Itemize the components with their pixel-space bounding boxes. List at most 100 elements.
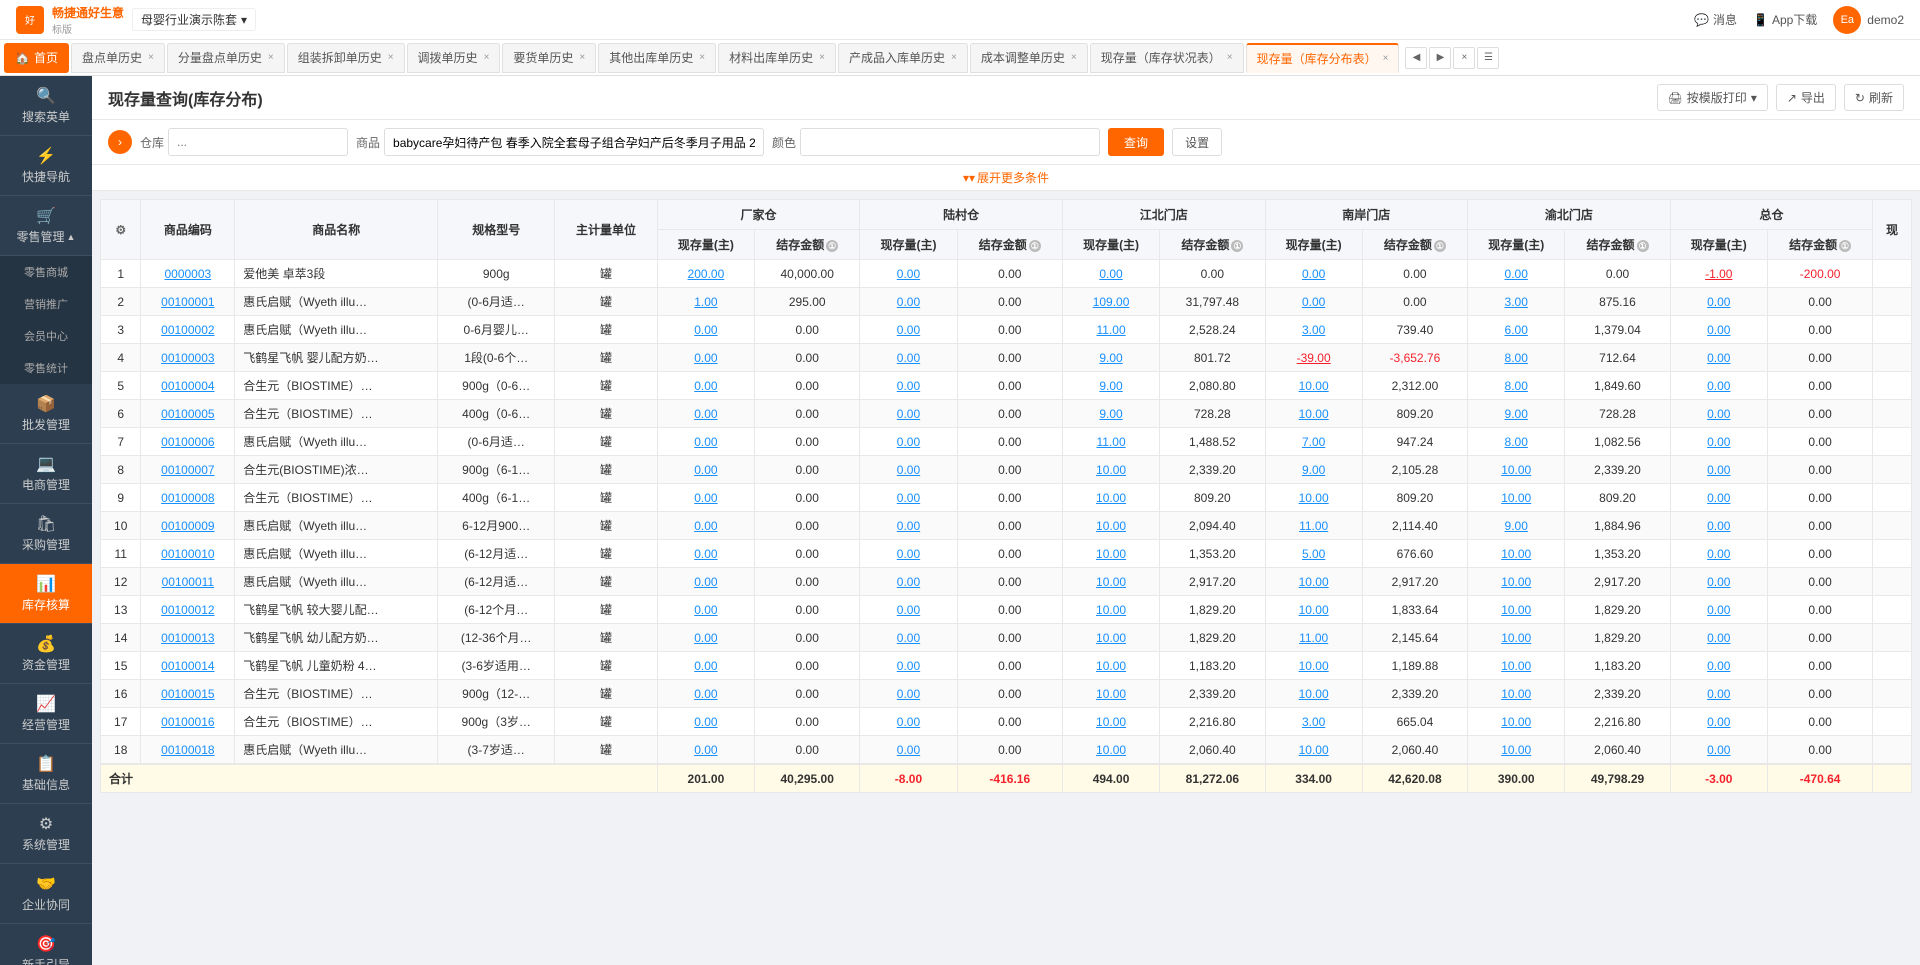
sidebar-item-system[interactable]: ⚙ 系统管理 <box>0 804 92 864</box>
cell-z-qty[interactable]: 0.00 <box>1670 624 1767 652</box>
cell-cj-qty[interactable]: 0.00 <box>657 484 754 512</box>
sidebar-item-basic[interactable]: 📋 基础信息 <box>0 744 92 804</box>
close-icon[interactable]: × <box>148 52 154 63</box>
cell-cj-qty[interactable]: 200.00 <box>657 260 754 288</box>
sidebar-item-nav[interactable]: ⚡ 快捷导航 <box>0 136 92 196</box>
cell-code[interactable]: 00100003 <box>141 344 235 372</box>
cell-yb-qty[interactable]: 8.00 <box>1468 372 1565 400</box>
tab-prev-btn[interactable]: ◀ <box>1405 47 1427 69</box>
tab-diaobao[interactable]: 调拨单历史 × <box>407 43 501 73</box>
cell-code[interactable]: 00100005 <box>141 400 235 428</box>
cell-jb-qty[interactable]: 10.00 <box>1062 512 1159 540</box>
cell-code[interactable]: 00100004 <box>141 372 235 400</box>
cell-z-qty[interactable]: 0.00 <box>1670 372 1767 400</box>
cell-code[interactable]: 00100015 <box>141 680 235 708</box>
cell-cj-qty[interactable]: 0.00 <box>657 708 754 736</box>
close-icon[interactable]: × <box>1071 52 1077 63</box>
tab-fenliang[interactable]: 分量盘点单历史 × <box>167 43 285 73</box>
cell-z-qty[interactable]: 0.00 <box>1670 596 1767 624</box>
tab-chengben[interactable]: 成本调整单历史 × <box>970 43 1088 73</box>
cell-lc-qty[interactable]: 0.00 <box>860 456 957 484</box>
cell-z-qty[interactable]: 0.00 <box>1670 568 1767 596</box>
cell-jb-qty[interactable]: 10.00 <box>1062 708 1159 736</box>
tab-next-btn[interactable]: ▶ <box>1429 47 1451 69</box>
cell-lc-qty[interactable]: 0.00 <box>860 680 957 708</box>
cell-z-qty[interactable]: -1.00 <box>1670 260 1767 288</box>
cell-lc-qty[interactable]: 0.00 <box>860 316 957 344</box>
info-icon[interactable]: ① <box>1029 240 1041 252</box>
cell-code[interactable]: 00100012 <box>141 596 235 624</box>
close-icon[interactable]: × <box>579 52 585 63</box>
tab-cailiao[interactable]: 材料出库单历史 × <box>718 43 836 73</box>
cell-na-qty[interactable]: 10.00 <box>1265 596 1362 624</box>
cell-jb-qty[interactable]: 9.00 <box>1062 372 1159 400</box>
cell-na-qty[interactable]: 11.00 <box>1265 624 1362 652</box>
cell-z-qty[interactable]: 0.00 <box>1670 288 1767 316</box>
cell-lc-qty[interactable]: 0.00 <box>860 624 957 652</box>
tab-menu-btn[interactable]: ☰ <box>1477 47 1499 69</box>
cell-cj-qty[interactable]: 0.00 <box>657 652 754 680</box>
tab-yaohuo[interactable]: 要货单历史 × <box>502 43 596 73</box>
close-icon[interactable]: × <box>388 52 394 63</box>
cell-cj-qty[interactable]: 0.00 <box>657 344 754 372</box>
cell-code[interactable]: 00100014 <box>141 652 235 680</box>
cell-cj-qty[interactable]: 0.00 <box>657 400 754 428</box>
cell-yb-qty[interactable]: 10.00 <box>1468 540 1565 568</box>
cell-cj-qty[interactable]: 0.00 <box>657 428 754 456</box>
cell-cj-qty[interactable]: 1.00 <box>657 288 754 316</box>
cell-na-qty[interactable]: -39.00 <box>1265 344 1362 372</box>
cell-na-qty[interactable]: 10.00 <box>1265 484 1362 512</box>
sidebar-item-finance[interactable]: 💰 资金管理 <box>0 624 92 684</box>
cell-code[interactable]: 00100002 <box>141 316 235 344</box>
cell-jb-qty[interactable]: 10.00 <box>1062 680 1159 708</box>
cell-code[interactable]: 00100008 <box>141 484 235 512</box>
cell-yb-qty[interactable]: 10.00 <box>1468 484 1565 512</box>
cell-cj-qty[interactable]: 0.00 <box>657 372 754 400</box>
cell-lc-qty[interactable]: 0.00 <box>860 512 957 540</box>
cell-na-qty[interactable]: 7.00 <box>1265 428 1362 456</box>
cell-na-qty[interactable]: 10.00 <box>1265 400 1362 428</box>
cell-jb-qty[interactable]: 11.00 <box>1062 316 1159 344</box>
sidebar-item-retail-stats[interactable]: 零售统计 <box>0 352 92 384</box>
cell-cj-qty[interactable]: 0.00 <box>657 316 754 344</box>
tab-home[interactable]: 🏠 首页 <box>4 43 69 73</box>
cell-z-qty[interactable]: 0.00 <box>1670 428 1767 456</box>
company-dropdown[interactable]: 母婴行业演示陈套 ▾ <box>132 8 256 31</box>
cell-yb-qty[interactable]: 10.00 <box>1468 680 1565 708</box>
cell-cj-qty[interactable]: 0.00 <box>657 680 754 708</box>
tab-zuzhuang[interactable]: 组装拆卸单历史 × <box>287 43 405 73</box>
cell-lc-qty[interactable]: 0.00 <box>860 736 957 765</box>
cell-lc-qty[interactable]: 0.00 <box>860 428 957 456</box>
cell-code[interactable]: 00100006 <box>141 428 235 456</box>
info-icon[interactable]: ① <box>1231 240 1243 252</box>
cell-lc-qty[interactable]: 0.00 <box>860 372 957 400</box>
cell-jb-qty[interactable]: 0.00 <box>1062 260 1159 288</box>
cell-yb-qty[interactable]: 10.00 <box>1468 708 1565 736</box>
cell-yb-qty[interactable]: 3.00 <box>1468 288 1565 316</box>
cell-z-qty[interactable]: 0.00 <box>1670 540 1767 568</box>
cell-z-qty[interactable]: 0.00 <box>1670 316 1767 344</box>
cell-jb-qty[interactable]: 11.00 <box>1062 428 1159 456</box>
cell-code[interactable]: 0000003 <box>141 260 235 288</box>
cell-z-qty[interactable]: 0.00 <box>1670 400 1767 428</box>
sidebar-item-retail[interactable]: 🛒 零售管理▲ <box>0 196 92 256</box>
print-btn[interactable]: 🖨 按模版打印 ▾ <box>1657 84 1768 111</box>
cell-z-qty[interactable]: 0.00 <box>1670 456 1767 484</box>
info-icon[interactable]: ① <box>1434 240 1446 252</box>
sidebar-item-search[interactable]: 🔍 搜索英单 <box>0 76 92 136</box>
cell-code[interactable]: 00100016 <box>141 708 235 736</box>
info-icon[interactable]: ① <box>1839 240 1851 252</box>
cell-na-qty[interactable]: 10.00 <box>1265 680 1362 708</box>
cell-cj-qty[interactable]: 0.00 <box>657 540 754 568</box>
cell-cj-qty[interactable]: 0.00 <box>657 596 754 624</box>
tab-xiancun-fenbu[interactable]: 现存量（库存分布表） × <box>1246 43 1400 73</box>
cell-cj-qty[interactable]: 0.00 <box>657 568 754 596</box>
expand-conditions-btn[interactable]: ▾▾ 展开更多条件 <box>963 169 1049 186</box>
cell-jb-qty[interactable]: 10.00 <box>1062 568 1159 596</box>
cell-na-qty[interactable]: 3.00 <box>1265 708 1362 736</box>
cell-lc-qty[interactable]: 0.00 <box>860 596 957 624</box>
cell-cj-qty[interactable]: 0.00 <box>657 512 754 540</box>
info-icon[interactable]: ① <box>826 240 838 252</box>
cell-yb-qty[interactable]: 10.00 <box>1468 736 1565 765</box>
close-icon[interactable]: × <box>1383 53 1389 64</box>
